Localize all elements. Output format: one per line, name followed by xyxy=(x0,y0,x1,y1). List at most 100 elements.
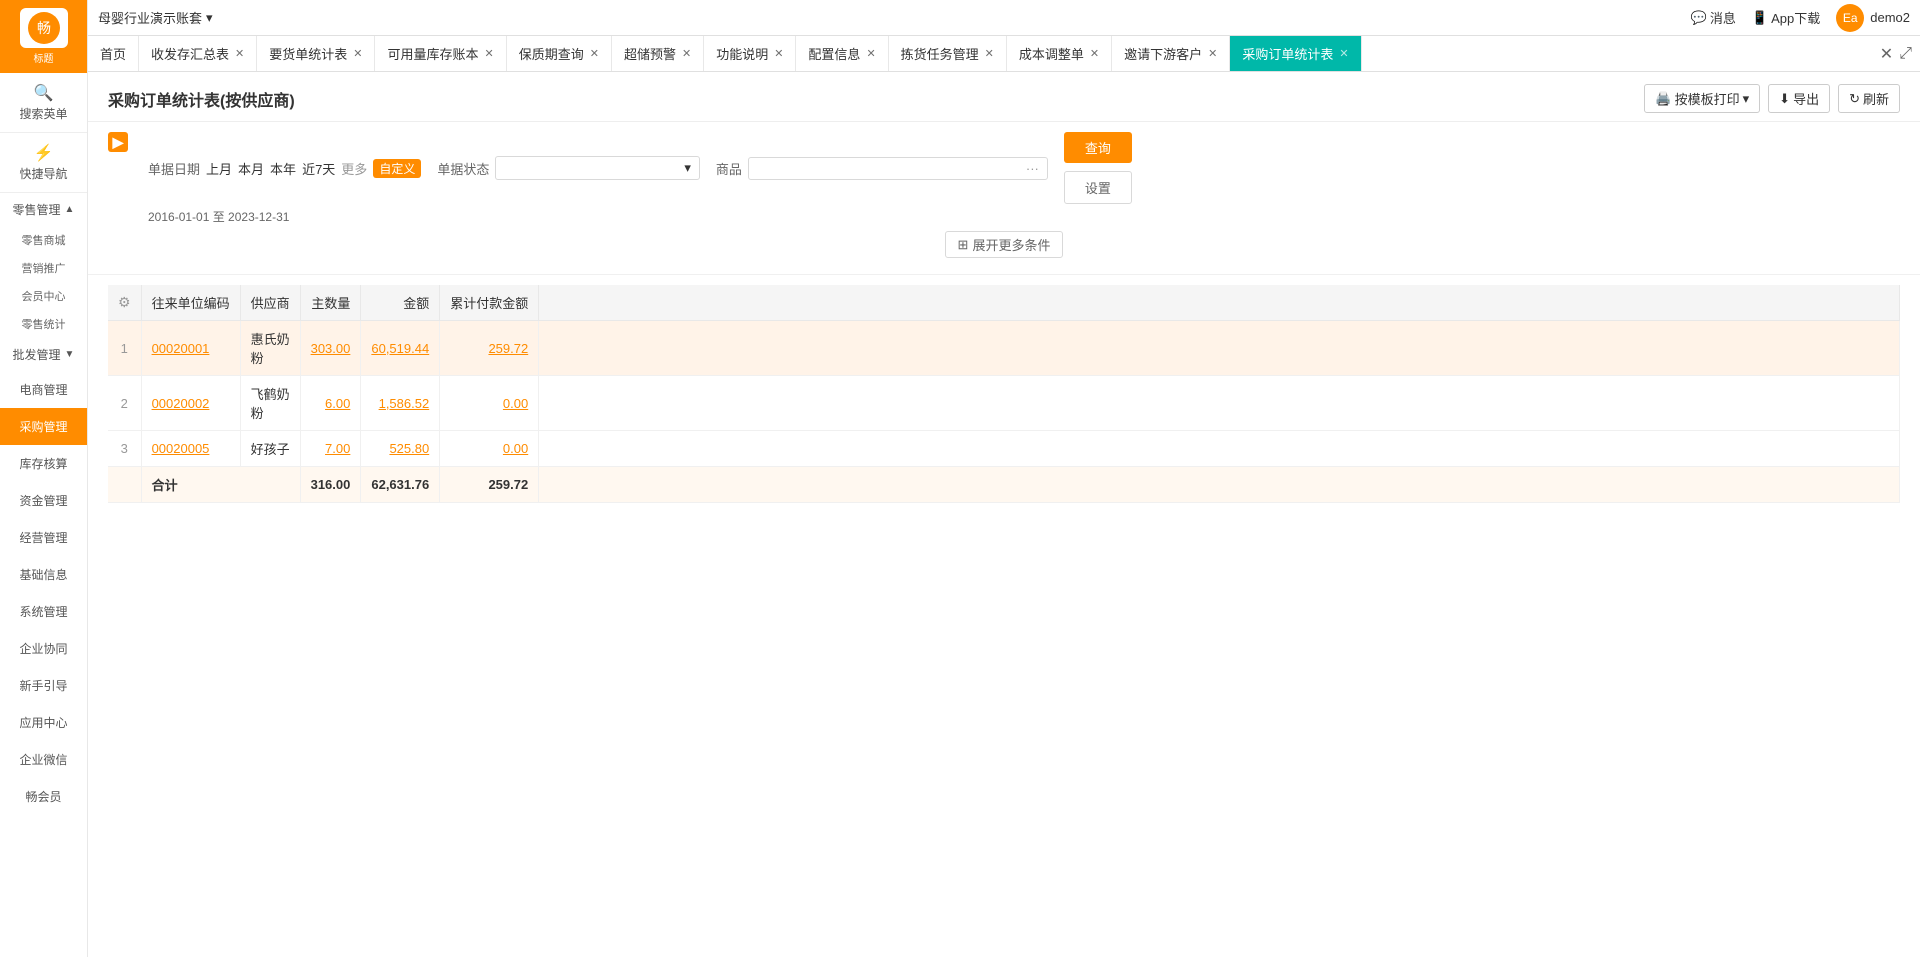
status-input[interactable] xyxy=(504,161,680,176)
tab-requisition-stat[interactable]: 要货单统计表 ✕ xyxy=(257,36,375,72)
date-link-7days[interactable]: 近7天 xyxy=(302,159,335,178)
tab-receive-summary[interactable]: 收发存汇总表 ✕ xyxy=(139,36,257,72)
sidebar-item-quicknav[interactable]: ⚡ 快捷导航 xyxy=(0,133,87,193)
query-button[interactable]: 查询 xyxy=(1064,132,1132,163)
tab-close-all-icon[interactable]: ✕ xyxy=(1880,44,1893,64)
workspace-selector[interactable]: 母婴行业演示账套 ▾ xyxy=(98,8,213,27)
settings-icon[interactable]: ⚙ xyxy=(118,294,131,310)
print-button[interactable]: 🖨️ 按模板打印 ▾ xyxy=(1644,84,1760,113)
col-header-label: 供应商 xyxy=(251,296,290,311)
expand-more-button[interactable]: ⊞ 展开更多条件 xyxy=(945,231,1064,258)
tab-available-stock[interactable]: 可用量库存账本 ✕ xyxy=(375,36,506,72)
sidebar-item-member[interactable]: 会员中心 xyxy=(0,282,87,310)
sidebar-item-label: 企业协同 xyxy=(19,640,67,657)
refresh-button[interactable]: ↻ 刷新 xyxy=(1838,84,1900,113)
goods-input[interactable] xyxy=(757,161,1022,176)
sidebar-item-system[interactable]: 系统管理 xyxy=(0,593,87,630)
user-profile[interactable]: Ea demo2 xyxy=(1836,4,1910,32)
paid-link[interactable]: 0.00 xyxy=(503,441,528,456)
app-download-button[interactable]: 📱 App下载 xyxy=(1752,8,1820,27)
date-link-this-year[interactable]: 本年 xyxy=(270,159,296,178)
tab-config-info[interactable]: 配置信息 ✕ xyxy=(796,36,888,72)
more-icon[interactable]: ··· xyxy=(1026,161,1039,176)
sidebar-item-enterprise[interactable]: 企业协同 xyxy=(0,630,87,667)
filter-row-1: 单据日期 上月 本月 本年 近7天 更多 自定义 xyxy=(148,132,1900,204)
paid-link[interactable]: 0.00 xyxy=(503,396,528,411)
tab-cost-adjust[interactable]: 成本调整单 ✕ xyxy=(1007,36,1112,72)
quantity-link[interactable]: 303.00 xyxy=(311,341,351,356)
paid-link[interactable]: 259.72 xyxy=(488,341,528,356)
sidebar-item-retail-stat[interactable]: 零售统计 xyxy=(0,310,87,338)
tab-warranty[interactable]: 保质期查询 ✕ xyxy=(507,36,612,72)
amount-link[interactable]: 1,586.52 xyxy=(379,396,430,411)
message-button[interactable]: 💬 消息 xyxy=(1691,8,1736,27)
sidebar-item-appcenter[interactable]: 应用中心 xyxy=(0,704,87,741)
sidebar-item-member2[interactable]: 畅会员 xyxy=(0,778,87,815)
date-custom-tag[interactable]: 自定义 xyxy=(373,159,421,178)
table-row[interactable]: 2 00020002 飞鹤奶粉 6.00 1,586.52 0.00 xyxy=(108,376,1900,431)
tab-close-icon[interactable]: ✕ xyxy=(1090,47,1099,60)
tab-close-icon[interactable]: ✕ xyxy=(774,47,783,60)
tab-close-icon[interactable]: ✕ xyxy=(682,47,691,60)
quantity-link[interactable]: 7.00 xyxy=(325,441,350,456)
sidebar-item-retail-mall[interactable]: 零售商城 xyxy=(0,226,87,254)
message-icon: 💬 xyxy=(1691,10,1707,26)
amount-link[interactable]: 525.80 xyxy=(389,441,429,456)
tab-overstock[interactable]: 超储预警 ✕ xyxy=(612,36,704,72)
table-row[interactable]: 3 00020005 好孩子 7.00 525.80 0.00 xyxy=(108,431,1900,467)
sidebar-item-basic[interactable]: 基础信息 xyxy=(0,556,87,593)
tab-close-icon[interactable]: ✕ xyxy=(866,47,875,60)
col-settings: ⚙ xyxy=(108,285,141,321)
sidebar-item-retail[interactable]: 零售管理 ▲ xyxy=(0,193,87,226)
tab-close-icon[interactable]: ✕ xyxy=(353,47,362,60)
tab-extra-actions: ✕ ⤢ xyxy=(1872,44,1920,64)
date-link-last-month[interactable]: 上月 xyxy=(206,159,232,178)
sidebar-item-finance[interactable]: 资金管理 xyxy=(0,482,87,519)
amount-link[interactable]: 60,519.44 xyxy=(371,341,429,356)
tab-close-icon[interactable]: ✕ xyxy=(590,47,599,60)
unit-code-link[interactable]: 00020002 xyxy=(152,396,210,411)
tab-label: 可用量库存账本 xyxy=(387,44,478,63)
cell-amount: 525.80 xyxy=(361,431,440,467)
unit-code-link[interactable]: 00020001 xyxy=(152,341,210,356)
tab-close-icon[interactable]: ✕ xyxy=(485,47,494,60)
sidebar-item-operation[interactable]: 经营管理 xyxy=(0,519,87,556)
tab-pick-task[interactable]: 拣货任务管理 ✕ xyxy=(889,36,1007,72)
sidebar-item-inventory[interactable]: 库存核算 xyxy=(0,445,87,482)
date-link-this-month[interactable]: 本月 xyxy=(238,159,264,178)
tab-invite-downstream[interactable]: 邀请下游客户 ✕ xyxy=(1112,36,1230,72)
filter-toggle-button[interactable]: ▶ xyxy=(108,132,128,152)
tab-close-icon[interactable]: ✕ xyxy=(235,47,244,60)
sidebar-item-marketing[interactable]: 营销推广 xyxy=(0,254,87,282)
sidebar-item-wechat[interactable]: 企业微信 xyxy=(0,741,87,778)
sidebar-item-ecommerce[interactable]: 电商管理 xyxy=(0,371,87,408)
date-link-more[interactable]: 更多 xyxy=(341,159,367,178)
col-supplier: 供应商 xyxy=(240,285,300,321)
topbar-right: 💬 消息 📱 App下载 Ea demo2 xyxy=(1691,4,1910,32)
quantity-link[interactable]: 6.00 xyxy=(325,396,350,411)
status-filter-group: 单据状态 ▾ xyxy=(437,156,700,180)
tab-close-icon[interactable]: ✕ xyxy=(1339,47,1348,60)
setting-button[interactable]: 设置 xyxy=(1064,171,1132,204)
sidebar-item-newbie[interactable]: 新手引导 xyxy=(0,667,87,704)
svg-text:畅: 畅 xyxy=(37,20,51,36)
unit-code-link[interactable]: 00020005 xyxy=(152,441,210,456)
cell-supplier: 惠氏奶粉 xyxy=(240,321,300,376)
table-row[interactable]: 1 00020001 惠氏奶粉 303.00 60,519.44 259.72 xyxy=(108,321,1900,376)
export-button[interactable]: ⬇ 导出 xyxy=(1768,84,1830,113)
status-select[interactable]: ▾ xyxy=(495,156,700,180)
sidebar-item-wholesale[interactable]: 批发管理 ▼ xyxy=(0,338,87,371)
col-header-label: 往来单位编码 xyxy=(152,296,230,311)
sidebar: 畅 标题 🔍 搜索英单 ⚡ 快捷导航 零售管理 ▲ 零售商城 营销推广 会员中心… xyxy=(0,0,88,957)
tab-label: 功能说明 xyxy=(716,44,768,63)
tab-close-icon[interactable]: ✕ xyxy=(1208,47,1217,60)
sidebar-item-label: 电商管理 xyxy=(19,381,67,398)
sidebar-item-purchase[interactable]: 采购管理 xyxy=(0,408,87,445)
sidebar-item-search[interactable]: 🔍 搜索英单 xyxy=(0,73,87,133)
tab-close-icon[interactable]: ✕ xyxy=(985,47,994,60)
tab-function-desc[interactable]: 功能说明 ✕ xyxy=(704,36,796,72)
tab-expand-icon[interactable]: ⤢ xyxy=(1899,45,1912,63)
tab-purchase-stat[interactable]: 采购订单统计表 ✕ xyxy=(1230,36,1361,72)
tab-home[interactable]: 首页 xyxy=(88,36,139,72)
tab-label: 拣货任务管理 xyxy=(901,44,979,63)
